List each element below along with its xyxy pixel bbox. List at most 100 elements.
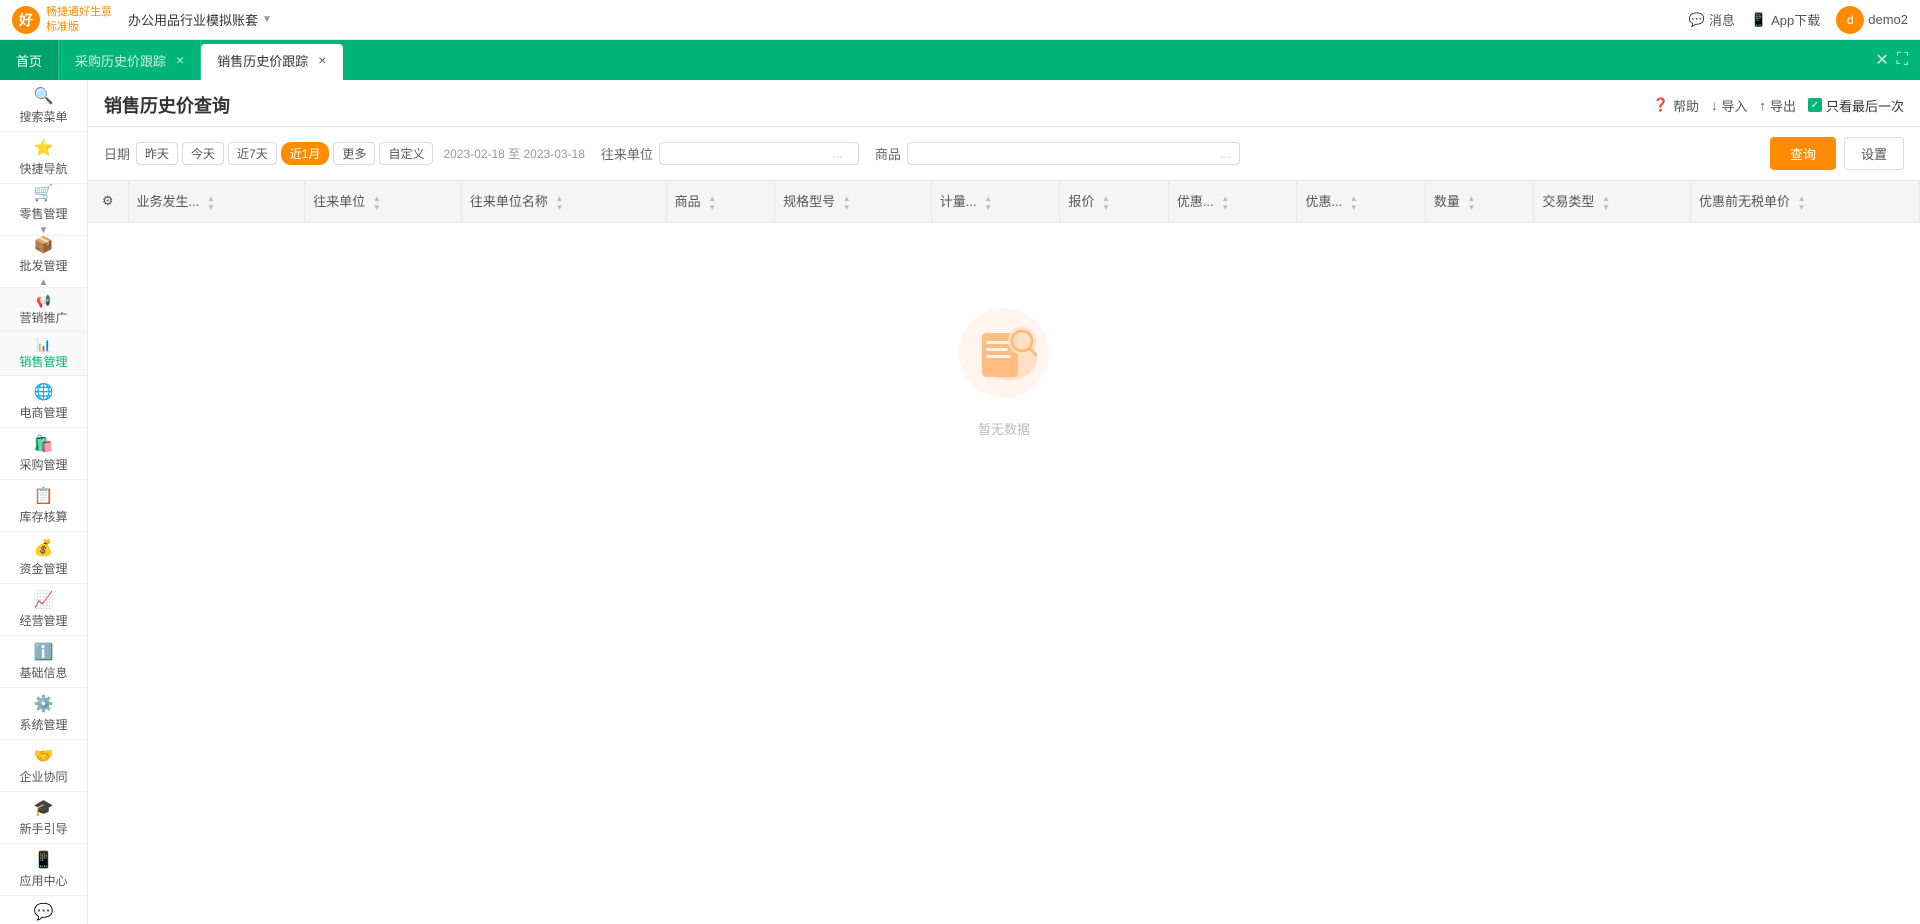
table-col-settings[interactable]: ⚙ [88, 181, 128, 222]
date-filter-group: 日期 昨天 今天 近7天 近1月 更多 自定义 2023-02-18 至 202… [104, 142, 585, 165]
table-col-partner[interactable]: 往来单位 ▲▼ [305, 181, 462, 222]
tab-expand-button[interactable]: ⛶ [1897, 51, 1908, 69]
export-icon: ↑ [1759, 98, 1766, 113]
partner-filter-group: 往来单位 ... [601, 142, 859, 165]
import-button[interactable]: ↓ 导入 [1711, 96, 1748, 115]
tab-close-all-button[interactable]: ✕ [1875, 50, 1888, 70]
partner-input-dots: ... [832, 146, 843, 161]
export-button[interactable]: ↑ 导出 [1759, 96, 1796, 115]
checkbox-checked-icon: ✓ [1808, 98, 1822, 112]
purchase-mgmt-icon: 🛍️ [34, 434, 54, 454]
sidebar-item-basic-info[interactable]: ℹ️ 基础信息 [0, 636, 87, 688]
data-table: ⚙ 业务发生... ▲▼ 往来单位 ▲▼ 往来单位名称 ▲▼ [88, 181, 1920, 223]
sidebar-item-marketing[interactable]: 📢 营销推广 [0, 288, 87, 332]
settings-button[interactable]: 设置 [1844, 137, 1904, 170]
sidebar-item-wechat[interactable]: 💬 企业微信 [0, 896, 87, 924]
wholesale-mgmt-icon: 📦 [34, 235, 54, 255]
partner-input[interactable] [668, 146, 828, 161]
sidebar: 🔍 搜索菜单 ⭐ 快捷导航 🛒 零售管理 ▼ 📦 批发管理 ▲ 📢 营销推广 📊… [0, 80, 88, 924]
filter-actions: 查询 设置 [1770, 137, 1904, 170]
sidebar-item-ecommerce[interactable]: 🌐 电商管理 [0, 376, 87, 428]
logo-text: 畅捷通好生意 标准版 [46, 5, 112, 34]
sort-arrows-discount1: ▲▼ [1221, 194, 1229, 212]
sidebar-item-purchase-mgmt[interactable]: 🛍️ 采购管理 [0, 428, 87, 480]
table-col-spec[interactable]: 规格型号 ▲▼ [775, 181, 932, 222]
template-selector[interactable]: 办公用品行业模拟账套 ▼ [120, 6, 280, 33]
sidebar-item-sales-mgmt[interactable]: 📊 销售管理 [0, 332, 87, 376]
table-col-quote[interactable]: 报价 ▲▼ [1060, 181, 1168, 222]
page-title: 销售历史价查询 [104, 92, 230, 118]
sidebar-item-search-menu[interactable]: 🔍 搜索菜单 [0, 80, 87, 132]
header-left: 好 畅捷通好生意 标准版 办公用品行业模拟账套 ▼ [12, 5, 280, 34]
partner-input-wrap[interactable]: ... [659, 142, 859, 165]
table-col-unit[interactable]: 计量... ▲▼ [931, 181, 1060, 222]
sort-arrows-goods: ▲▼ [708, 194, 716, 212]
tab-home[interactable]: 首页 [0, 40, 59, 80]
inventory-icon: 📋 [34, 486, 54, 506]
tab-sales-history-close[interactable]: × [318, 52, 326, 68]
sidebar-item-inventory[interactable]: 📋 库存核算 [0, 480, 87, 532]
sidebar-item-quick-nav[interactable]: ⭐ 快捷导航 [0, 132, 87, 184]
quick-nav-icon: ⭐ [34, 138, 54, 158]
app-center-icon: 📱 [34, 850, 54, 870]
header-right: 💬 消息 📱 App下载 d demo2 [1689, 6, 1908, 34]
basic-info-icon: ℹ️ [34, 642, 54, 662]
operations-icon: 📈 [34, 590, 54, 610]
message-button[interactable]: 💬 消息 [1689, 10, 1735, 29]
empty-state-text: 暂无数据 [978, 419, 1030, 438]
table-col-discount2[interactable]: 优惠... ▲▼ [1297, 181, 1426, 222]
sidebar-item-system[interactable]: ⚙️ 系统管理 [0, 688, 87, 740]
table-col-biz-date[interactable]: 业务发生... ▲▼ [128, 181, 305, 222]
tab-bar: 首页 采购历史价跟踪 × 销售历史价跟踪 × ✕ ⛶ [0, 40, 1920, 80]
goods-input-dots: ... [1220, 146, 1231, 161]
date-btn-last7[interactable]: 近7天 [228, 142, 277, 165]
sidebar-item-enterprise[interactable]: 🤝 企业协同 [0, 740, 87, 792]
user-menu[interactable]: d demo2 [1836, 6, 1908, 34]
only-last-checkbox[interactable]: ✓ 只看最后一次 [1808, 96, 1904, 115]
app-download-button[interactable]: 📱 App下载 [1751, 10, 1820, 29]
retail-mgmt-arrow: ▼ [39, 225, 49, 236]
help-button[interactable]: ❓ 帮助 [1653, 96, 1699, 115]
goods-filter-label: 商品 [875, 144, 901, 163]
sidebar-item-finance[interactable]: 💰 资金管理 [0, 532, 87, 584]
sort-arrows-spec: ▲▼ [843, 194, 851, 212]
sidebar-item-retail-mgmt[interactable]: 🛒 零售管理 ▼ [0, 184, 87, 236]
sidebar-item-app-center[interactable]: 📱 应用中心 [0, 844, 87, 896]
table-col-partner-name[interactable]: 往来单位名称 ▲▼ [461, 181, 666, 222]
date-btn-yesterday[interactable]: 昨天 [136, 142, 178, 165]
goods-input-wrap[interactable]: ... [907, 142, 1240, 165]
message-icon: 💬 [1689, 12, 1705, 28]
sidebar-item-operations[interactable]: 📈 经营管理 [0, 584, 87, 636]
sort-arrows-quantity: ▲▼ [1468, 194, 1476, 212]
date-btn-today[interactable]: 今天 [182, 142, 224, 165]
table-col-trade-type[interactable]: 交易类型 ▲▼ [1534, 181, 1691, 222]
sidebar-item-wholesale-mgmt[interactable]: 📦 批发管理 ▲ [0, 236, 87, 288]
table-col-discount1[interactable]: 优惠... ▲▼ [1168, 181, 1297, 222]
empty-state-icon [954, 303, 1054, 403]
tab-sales-history[interactable]: 销售历史价跟踪 × [201, 44, 343, 80]
goods-input[interactable] [916, 146, 1216, 161]
partner-filter-label: 往来单位 [601, 144, 653, 163]
date-btn-custom[interactable]: 自定义 [379, 142, 433, 165]
query-button[interactable]: 查询 [1770, 137, 1836, 170]
retail-mgmt-icon: 🛒 [34, 183, 54, 203]
page-header-actions: ❓ 帮助 ↓ 导入 ↑ 导出 ✓ 只看最后一次 [1653, 96, 1904, 115]
page-header: 销售历史价查询 ❓ 帮助 ↓ 导入 ↑ 导出 ✓ 只看最后一次 [88, 80, 1920, 127]
sidebar-item-guide[interactable]: 🎓 新手引导 [0, 792, 87, 844]
sort-arrows-quote: ▲▼ [1102, 194, 1110, 212]
table-col-goods[interactable]: 商品 ▲▼ [666, 181, 774, 222]
table-col-quantity[interactable]: 数量 ▲▼ [1425, 181, 1533, 222]
date-btn-more[interactable]: 更多 [333, 142, 375, 165]
date-btn-last1m[interactable]: 近1月 [281, 142, 330, 165]
sort-arrows-discount2: ▲▼ [1350, 194, 1358, 212]
sort-arrows-trade-type: ▲▼ [1602, 194, 1610, 212]
sort-arrows-unit: ▲▼ [984, 194, 992, 212]
date-range-text: 2023-02-18 至 2023-03-18 [443, 145, 584, 162]
sort-arrows-biz-date: ▲▼ [207, 194, 215, 212]
search-menu-icon: 🔍 [34, 86, 54, 106]
sales-mgmt-icon: 📊 [36, 338, 51, 352]
tab-purchase-history-close[interactable]: × [176, 52, 184, 68]
tab-purchase-history[interactable]: 采购历史价跟踪 × [59, 40, 201, 80]
table-col-pretax-price[interactable]: 优惠前无税单价 ▲▼ [1691, 181, 1920, 222]
logo-area: 好 畅捷通好生意 标准版 [12, 5, 112, 34]
